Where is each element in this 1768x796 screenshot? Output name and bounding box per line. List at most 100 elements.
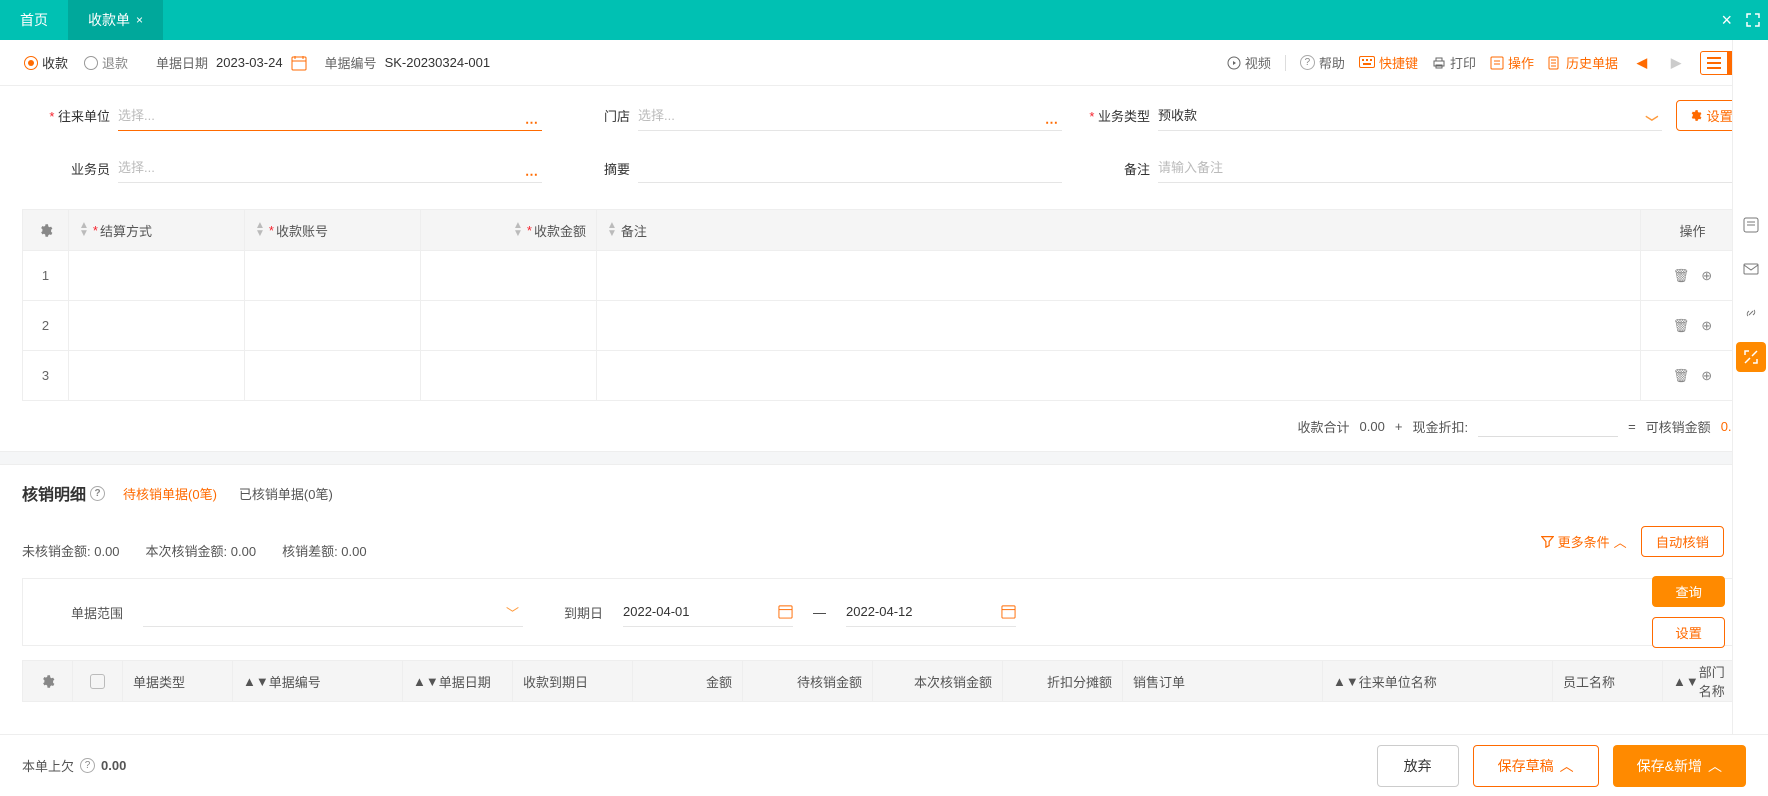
tab-home[interactable]: 首页 bbox=[0, 0, 68, 40]
help-link[interactable]: ?帮助 bbox=[1300, 53, 1345, 72]
salesman-input[interactable]: 选择...⋯ bbox=[118, 153, 542, 183]
dth-due[interactable]: 收款到期日 bbox=[513, 661, 633, 701]
range-label: 单据范围 bbox=[43, 603, 123, 622]
delete-icon[interactable]: 🗑 bbox=[1673, 368, 1690, 384]
date-to-input[interactable]: 2022-04-12 bbox=[846, 597, 1016, 627]
footer-bar: 本单上欠 ? 0.00 放弃 保存草稿︿ 保存&新增︿ bbox=[0, 734, 1768, 796]
dth-unit[interactable]: ▲▼往来单位名称 bbox=[1323, 661, 1553, 701]
save-new-button[interactable]: 保存&新增︿ bbox=[1613, 745, 1746, 787]
chevron-up-icon: ︿ bbox=[1614, 532, 1627, 551]
unit-label: 往来单位 bbox=[22, 106, 118, 125]
delete-icon[interactable]: 🗑 bbox=[1673, 268, 1690, 284]
rail-link-icon[interactable] bbox=[1736, 298, 1766, 328]
rail-expand-icon[interactable] bbox=[1736, 342, 1766, 372]
prev-doc-icon[interactable]: ◀ bbox=[1632, 55, 1652, 71]
totals-line: 收款合计 0.00 + 现金折扣: = 可核销金额 0.00 bbox=[0, 401, 1768, 451]
owe-value: 0.00 bbox=[101, 758, 126, 773]
doc-date-label: 单据日期 bbox=[156, 53, 208, 72]
dth-type[interactable]: 单据类型 bbox=[123, 661, 233, 701]
doc-no-value: SK-20230324-001 bbox=[385, 55, 491, 70]
menu-icon[interactable]: ⋯ bbox=[525, 108, 538, 138]
menu-icon[interactable]: ⋯ bbox=[525, 160, 538, 190]
table-row[interactable]: 2 🗑⊕ bbox=[23, 300, 1745, 350]
range-select[interactable]: ﹀ bbox=[143, 597, 523, 627]
radio-refund[interactable]: 退款 bbox=[84, 53, 128, 72]
calendar-icon[interactable] bbox=[291, 55, 307, 71]
video-link[interactable]: 视频 bbox=[1227, 53, 1271, 72]
dth-no[interactable]: ▲▼单据编号 bbox=[233, 661, 403, 701]
tab-done[interactable]: 已核销单据(0笔) bbox=[239, 484, 333, 503]
add-row-icon[interactable]: ⊕ bbox=[1701, 368, 1712, 384]
table-row[interactable]: 1 🗑⊕ bbox=[23, 250, 1745, 300]
biztype-input[interactable]: 预收款 ﹀ bbox=[1158, 101, 1662, 131]
detail-gear-icon[interactable] bbox=[23, 661, 73, 701]
help-icon[interactable]: ? bbox=[80, 758, 95, 773]
window-close-icon[interactable]: × bbox=[1721, 10, 1732, 31]
sum-value: 0.00 bbox=[1360, 419, 1385, 434]
salesman-label: 业务员 bbox=[22, 159, 118, 178]
tab-pending[interactable]: 待核销单据(0笔) bbox=[123, 484, 217, 503]
view-list-icon[interactable] bbox=[1701, 52, 1727, 74]
chevron-up-icon: ︿ bbox=[1708, 756, 1722, 776]
writeoff-title: 核销明细? bbox=[22, 481, 105, 505]
discard-button[interactable]: 放弃 bbox=[1377, 745, 1459, 787]
store-label: 门店 bbox=[542, 106, 638, 125]
radio-receive[interactable]: 收款 bbox=[24, 53, 68, 72]
shortcut-link[interactable]: 快捷键 bbox=[1359, 53, 1418, 72]
more-conditions[interactable]: 更多条件︿ bbox=[1541, 532, 1627, 551]
dth-disc[interactable]: 折扣分摊额 bbox=[1003, 661, 1123, 701]
rail-note-icon[interactable] bbox=[1736, 210, 1766, 240]
chevron-down-icon[interactable]: ﹀ bbox=[1645, 108, 1658, 138]
remark-input[interactable]: 请输入备注 bbox=[1158, 153, 1746, 183]
dth-pending[interactable]: 待核销金额 bbox=[743, 661, 873, 701]
chevron-down-icon[interactable]: ﹀ bbox=[506, 603, 519, 622]
settlement-table: ▲▼*结算方式 ▲▼*收款账号 ▲▼*收款金额 ▲▼备注 操作 1 🗑⊕ 2 🗑… bbox=[22, 209, 1746, 401]
dth-amt[interactable]: 金额 bbox=[633, 661, 743, 701]
th-settle[interactable]: ▲▼*结算方式 bbox=[69, 210, 245, 250]
rail-msg-icon[interactable] bbox=[1736, 254, 1766, 284]
unit-input[interactable]: 选择...⋯ bbox=[118, 101, 542, 131]
dth-emp[interactable]: 员工名称 bbox=[1553, 661, 1663, 701]
th-acct[interactable]: ▲▼*收款账号 bbox=[245, 210, 421, 250]
table-row[interactable]: 3 🗑⊕ bbox=[23, 350, 1745, 400]
date-from-input[interactable]: 2022-04-01 bbox=[623, 597, 793, 627]
th-ops: 操作 bbox=[1641, 210, 1745, 250]
calendar-icon[interactable] bbox=[1001, 604, 1016, 619]
history-link[interactable]: 历史单据 bbox=[1548, 53, 1618, 72]
next-doc-icon[interactable]: ▶ bbox=[1666, 55, 1686, 71]
query-button[interactable]: 查询 bbox=[1652, 576, 1725, 607]
th-amount[interactable]: ▲▼*收款金额 bbox=[421, 210, 597, 250]
fullscreen-icon[interactable] bbox=[1746, 13, 1760, 27]
dth-this[interactable]: 本次核销金额 bbox=[873, 661, 1003, 701]
filter-box: 单据范围 ﹀ 到期日 2022-04-01 — 2022-04-12 查询 设置 bbox=[22, 578, 1746, 646]
calendar-icon[interactable] bbox=[778, 604, 793, 619]
delete-icon[interactable]: 🗑 bbox=[1673, 318, 1690, 334]
tab-receipt[interactable]: 收款单× bbox=[68, 0, 163, 40]
add-row-icon[interactable]: ⊕ bbox=[1701, 268, 1712, 284]
auto-writeoff-button[interactable]: 自动核销 bbox=[1641, 526, 1724, 557]
summary-label: 摘要 bbox=[542, 159, 638, 178]
writeoff-section: 核销明细? 待核销单据(0笔) 已核销单据(0笔) 未核销金额: 0.00 本次… bbox=[0, 465, 1768, 560]
due-label: 到期日 bbox=[543, 603, 603, 622]
menu-icon[interactable]: ⋯ bbox=[1045, 108, 1058, 138]
dth-date[interactable]: ▲▼单据日期 bbox=[403, 661, 513, 701]
print-link[interactable]: 打印 bbox=[1432, 53, 1476, 72]
add-row-icon[interactable]: ⊕ bbox=[1701, 318, 1712, 334]
detail-table: 单据类型 ▲▼单据编号 ▲▼单据日期 收款到期日 金额 待核销金额 本次核销金额… bbox=[22, 660, 1746, 702]
owe-label: 本单上欠 bbox=[22, 756, 74, 775]
th-remark[interactable]: ▲▼备注 bbox=[597, 210, 1641, 250]
remark-label: 备注 bbox=[1062, 159, 1158, 178]
summary-input[interactable] bbox=[638, 153, 1062, 183]
dth-order[interactable]: 销售订单 bbox=[1123, 661, 1323, 701]
close-icon[interactable]: × bbox=[136, 13, 143, 27]
operate-link[interactable]: 操作 bbox=[1490, 53, 1534, 72]
store-input[interactable]: 选择...⋯ bbox=[638, 101, 1062, 131]
filter-settings-button[interactable]: 设置 bbox=[1652, 617, 1725, 648]
amt-diff: 核销差额: 0.00 bbox=[282, 541, 367, 560]
discount-input[interactable] bbox=[1478, 415, 1618, 437]
table-gear-icon[interactable] bbox=[23, 210, 69, 250]
doc-date-value[interactable]: 2023-03-24 bbox=[216, 55, 283, 70]
help-icon[interactable]: ? bbox=[90, 486, 105, 501]
select-all-checkbox[interactable] bbox=[90, 674, 105, 689]
save-draft-button[interactable]: 保存草稿︿ bbox=[1473, 745, 1599, 787]
